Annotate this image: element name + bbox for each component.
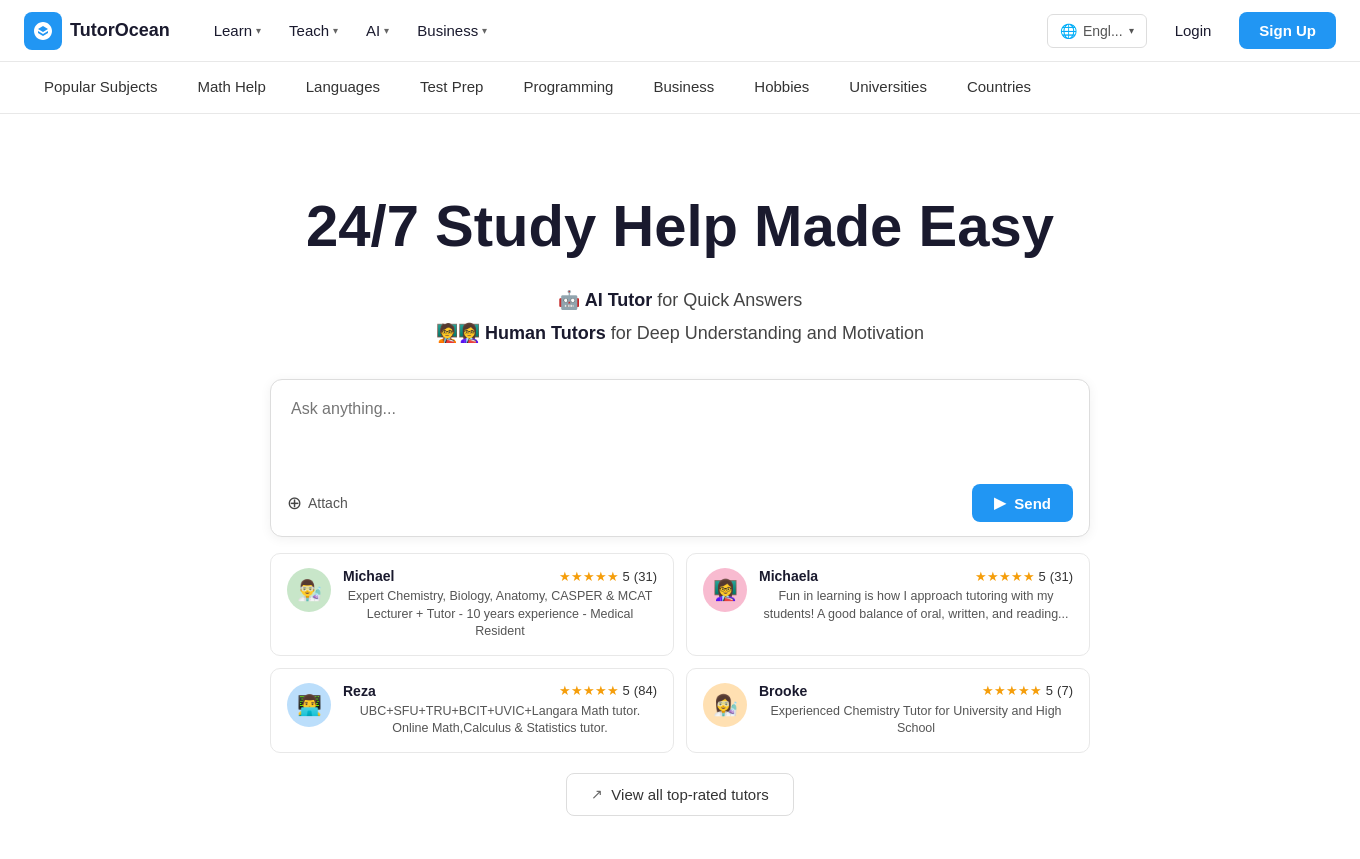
avatar-michael: 👨‍🔬 [287,568,331,612]
avatar-reza: 👨‍💻 [287,683,331,727]
signup-button[interactable]: Sign Up [1239,12,1336,49]
tutor-name-brooke: Brooke [759,683,807,699]
attach-button[interactable]: ⊕ Attach [287,492,348,514]
hero-human-line: 🧑‍🏫👩‍🏫 Human Tutors for Deep Understandi… [24,319,1336,348]
search-container: ⊕ Attach ▶ Send [270,379,1090,537]
ai-tutor-label: AI Tutor [585,290,653,310]
chevron-down-icon: ▾ [1129,25,1134,36]
tutor-card-brooke[interactable]: 👩‍🔬 Brooke ★★★★★ 5 (7) Experienced Chemi… [686,668,1090,753]
tutor-card-michaela[interactable]: 👩‍🏫 Michaela ★★★★★ 5 (31) Fun in learnin… [686,553,1090,656]
rating-value-michael: 5 [623,569,630,584]
tutor-name-reza: Reza [343,683,376,699]
sidebar-item-universities[interactable]: Universities [829,62,947,114]
sidebar-item-countries[interactable]: Countries [947,62,1051,114]
logo-text: TutorOcean [70,20,170,41]
tutor-rating-michaela: ★★★★★ 5 (31) [975,569,1073,584]
tutor-info-brooke: Brooke ★★★★★ 5 (7) Experienced Chemistry… [759,683,1073,738]
rating-value-michaela: 5 [1039,569,1046,584]
stars-reza: ★★★★★ [559,683,619,698]
send-button[interactable]: ▶ Send [972,484,1073,522]
attach-icon: ⊕ [287,492,302,514]
tutor-header-brooke: Brooke ★★★★★ 5 (7) [759,683,1073,699]
view-all-container: ↗ View all top-rated tutors [270,773,1090,816]
login-button[interactable]: Login [1159,14,1228,47]
search-footer: ⊕ Attach ▶ Send [271,474,1089,536]
tutor-header-reza: Reza ★★★★★ 5 (84) [343,683,657,699]
chevron-down-icon: ▾ [256,25,261,36]
external-link-icon: ↗ [591,786,603,802]
tutor-desc-michael: Expert Chemistry, Biology, Anatomy, CASP… [343,588,657,641]
ai-icon: 🤖 [558,290,580,310]
tutor-rating-brooke: ★★★★★ 5 (7) [982,683,1073,698]
tutor-info-michael: Michael ★★★★★ 5 (31) Expert Chemistry, B… [343,568,657,641]
human-icon: 🧑‍🏫👩‍🏫 [436,323,480,343]
sidebar-item-languages[interactable]: Languages [286,62,400,114]
ai-line-rest: for Quick Answers [652,290,802,310]
nav-item-learn[interactable]: Learn ▾ [202,14,273,47]
avatar-michaela: 👩‍🏫 [703,568,747,612]
tutor-card-reza[interactable]: 👨‍💻 Reza ★★★★★ 5 (84) UBC+SFU+TRU+BCIT+U… [270,668,674,753]
tutor-rating-michael: ★★★★★ 5 (31) [559,569,657,584]
navbar: TutorOcean Learn ▾ Teach ▾ AI ▾ Business… [0,0,1360,62]
chevron-down-icon: ▾ [333,25,338,36]
nav-item-business[interactable]: Business ▾ [405,14,499,47]
rating-value-brooke: 5 [1046,683,1053,698]
review-count-michael: (31) [634,569,657,584]
review-count-brooke: (7) [1057,683,1073,698]
view-all-button[interactable]: ↗ View all top-rated tutors [566,773,793,816]
sidebar-item-business[interactable]: Business [633,62,734,114]
rating-value-reza: 5 [623,683,630,698]
globe-icon: 🌐 [1060,23,1077,39]
stars-michaela: ★★★★★ [975,569,1035,584]
language-selector[interactable]: 🌐 Engl... ▾ [1047,14,1147,48]
tutor-header-michael: Michael ★★★★★ 5 (31) [343,568,657,584]
tutor-name-michaela: Michaela [759,568,818,584]
human-tutors-label: Human Tutors [485,323,606,343]
sidebar-item-test-prep[interactable]: Test Prep [400,62,503,114]
search-input[interactable] [271,380,1089,470]
chevron-down-icon: ▾ [482,25,487,36]
human-line-rest: for Deep Understanding and Motivation [606,323,924,343]
hero-ai-line: 🤖 AI Tutor for Quick Answers [24,286,1336,315]
logo[interactable]: TutorOcean [24,12,170,50]
nav-item-teach[interactable]: Teach ▾ [277,14,350,47]
review-count-michaela: (31) [1050,569,1073,584]
logo-icon [24,12,62,50]
tutor-desc-michaela: Fun in learning is how I approach tutori… [759,588,1073,623]
hero-section: 24/7 Study Help Made Easy 🤖 AI Tutor for… [0,114,1360,856]
stars-brooke: ★★★★★ [982,683,1042,698]
tutor-cards-grid: 👨‍🔬 Michael ★★★★★ 5 (31) Expert Chemistr… [270,553,1090,753]
sidebar-item-programming[interactable]: Programming [503,62,633,114]
nav-right: 🌐 Engl... ▾ Login Sign Up [1047,12,1336,49]
tutor-desc-reza: UBC+SFU+TRU+BCIT+UVIC+Langara Math tutor… [343,703,657,738]
hero-title: 24/7 Study Help Made Easy [24,194,1336,258]
sidebar-item-math-help[interactable]: Math Help [177,62,285,114]
stars-michael: ★★★★★ [559,569,619,584]
tutor-name-michael: Michael [343,568,394,584]
tutor-header-michaela: Michaela ★★★★★ 5 (31) [759,568,1073,584]
sidebar-item-popular-subjects[interactable]: Popular Subjects [24,62,177,114]
nav-items: Learn ▾ Teach ▾ AI ▾ Business ▾ [202,14,499,47]
tutor-info-michaela: Michaela ★★★★★ 5 (31) Fun in learning is… [759,568,1073,623]
send-icon: ▶ [994,494,1006,512]
review-count-reza: (84) [634,683,657,698]
tutor-desc-brooke: Experienced Chemistry Tutor for Universi… [759,703,1073,738]
secondary-nav: Popular Subjects Math Help Languages Tes… [0,62,1360,114]
tutor-info-reza: Reza ★★★★★ 5 (84) UBC+SFU+TRU+BCIT+UVIC+… [343,683,657,738]
tutor-card-michael[interactable]: 👨‍🔬 Michael ★★★★★ 5 (31) Expert Chemistr… [270,553,674,656]
avatar-brooke: 👩‍🔬 [703,683,747,727]
chevron-down-icon: ▾ [384,25,389,36]
tutor-rating-reza: ★★★★★ 5 (84) [559,683,657,698]
sidebar-item-hobbies[interactable]: Hobbies [734,62,829,114]
nav-item-ai[interactable]: AI ▾ [354,14,401,47]
